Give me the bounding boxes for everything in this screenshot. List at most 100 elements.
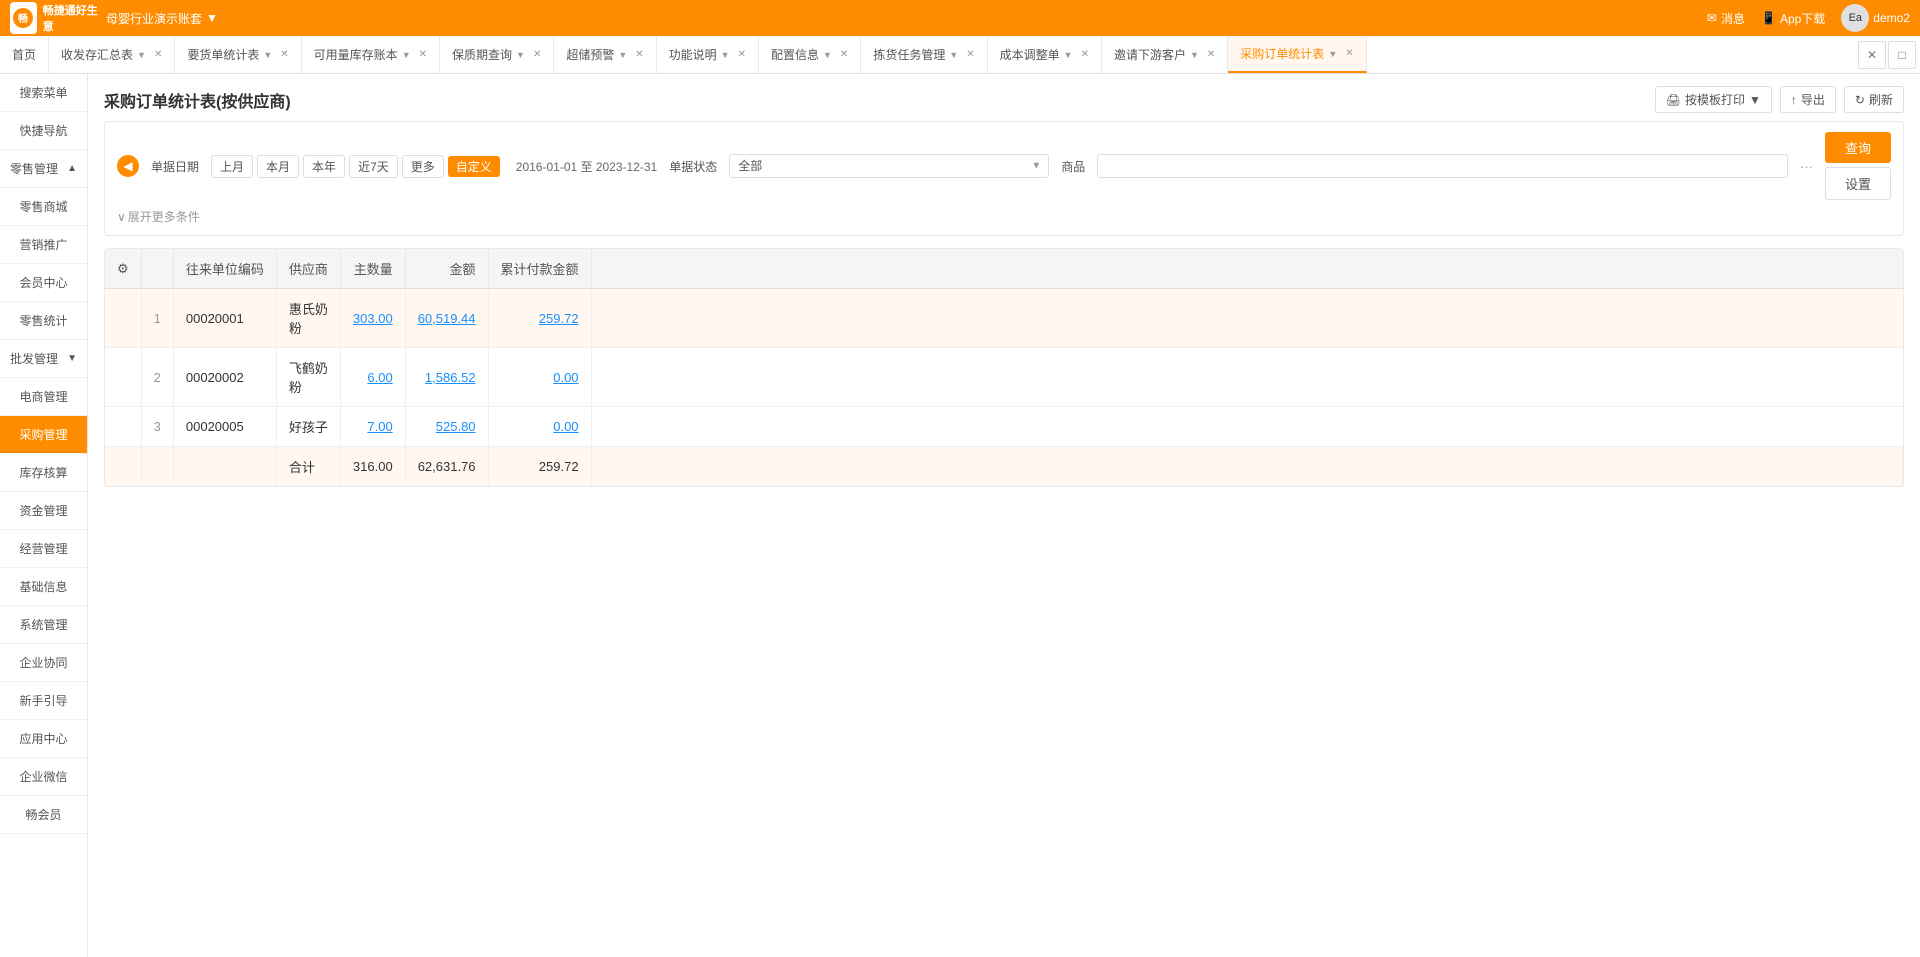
paid-link[interactable]: 259.72: [539, 311, 579, 326]
nav-tab-gongnengshuo[interactable]: 功能说明 ▼ ✕: [657, 36, 759, 73]
export-button[interactable]: ↑ 导出: [1780, 86, 1836, 113]
settings-icon[interactable]: ⚙: [117, 261, 129, 276]
sidebar-item-appcenter[interactable]: 应用中心: [0, 720, 87, 758]
cell-amount: 525.80: [405, 407, 488, 447]
tab-close[interactable]: ✕: [154, 49, 162, 60]
tab-close[interactable]: ✕: [1207, 49, 1215, 60]
nav-tab-yaohuodantongjibiao[interactable]: 要货单统计表 ▼ ✕: [175, 36, 301, 73]
sidebar-item-newbie[interactable]: 新手引导: [0, 682, 87, 720]
amount-link[interactable]: 525.80: [436, 419, 476, 434]
amount-link[interactable]: 60,519.44: [418, 311, 476, 326]
tab-close[interactable]: ✕: [419, 49, 427, 60]
print-button[interactable]: 🖨 按模板打印 ▼: [1655, 86, 1772, 113]
qty-link[interactable]: 7.00: [367, 419, 392, 434]
nav-tab-keyongliangkucunzhangben[interactable]: 可用量库存账本 ▼ ✕: [302, 36, 440, 73]
date-btn-this-year[interactable]: 本年: [303, 155, 345, 178]
sidebar-item-operation[interactable]: 经营管理: [0, 530, 87, 568]
tab-close[interactable]: ✕: [840, 49, 848, 60]
message-label: 消息: [1721, 10, 1745, 27]
workspace-selector[interactable]: 母婴行业演示账套 ▼: [106, 10, 1707, 27]
main-table: ⚙ 往来单位编码 供应商 主数量 金额 累计付款金额: [105, 249, 1903, 486]
cell-settings: [105, 407, 141, 447]
sidebar-item-retail-shop[interactable]: 零售商城: [0, 188, 87, 226]
cell-paid-amount: 0.00: [488, 348, 591, 407]
sidebar-item-member2[interactable]: 畅会员: [0, 796, 87, 834]
sidebar-item-label: 畅会员: [25, 806, 61, 823]
nav-tab-peizhixinxi[interactable]: 配置信息 ▼ ✕: [759, 36, 861, 73]
sidebar-item-quicknav[interactable]: 快捷导航: [0, 112, 87, 150]
sidebar-item-ecommerce[interactable]: 电商管理: [0, 378, 87, 416]
sidebar-item-label: 营销推广: [19, 236, 67, 253]
sidebar-item-label: 搜索菜单: [19, 84, 67, 101]
tab-dropdown-arrow: ▼: [618, 50, 627, 60]
sidebar-item-inventory[interactable]: 库存核算: [0, 454, 87, 492]
sidebar-item-system[interactable]: 系统管理: [0, 606, 87, 644]
footer-extra: [591, 447, 1902, 487]
nav-tab-caigoudingtantongjibiao[interactable]: 采购订单统计表 ▼ ✕: [1228, 36, 1366, 73]
sidebar-item-wholesale[interactable]: 批发管理 ▼: [0, 340, 87, 378]
main-area: 搜索菜单 快捷导航 零售管理 ▲ 零售商城 营销推广 会员中心 零售统计 批: [0, 74, 1920, 957]
sidebar-item-label: 企业微信: [19, 768, 67, 785]
sidebar-item-member[interactable]: 会员中心: [0, 264, 87, 302]
goods-input[interactable]: [1097, 154, 1788, 178]
tab-close[interactable]: ✕: [966, 49, 974, 60]
expand-more-btn[interactable]: ∨ 展开更多条件: [117, 208, 1891, 225]
sidebar-item-enterprise[interactable]: 企业协同: [0, 644, 87, 682]
sidebar-item-basic[interactable]: 基础信息: [0, 568, 87, 606]
sidebar-item-retail[interactable]: 零售管理 ▲: [0, 150, 87, 188]
tab-close[interactable]: ✕: [635, 49, 643, 60]
status-select[interactable]: 全部 待审核 已审核 已关闭: [729, 154, 1049, 178]
nav-maximize-btn[interactable]: □: [1888, 41, 1916, 69]
message-btn[interactable]: ✉ 消息: [1707, 10, 1745, 27]
nav-tab-baozhiqixianchaxun[interactable]: 保质期查询 ▼ ✕: [440, 36, 554, 73]
cell-main-qty: 7.00: [340, 407, 405, 447]
table-row: 2 00020002 飞鹤奶粉 6.00 1,586.52 0.00: [105, 348, 1903, 407]
nav-tab-paihuorenwuguanli[interactable]: 拣货任务管理 ▼ ✕: [861, 36, 987, 73]
sidebar-item-marketing[interactable]: 营销推广: [0, 226, 87, 264]
tab-label: 配置信息: [771, 46, 819, 63]
query-button[interactable]: 查询: [1825, 132, 1891, 163]
qty-link[interactable]: 6.00: [367, 370, 392, 385]
nav-tab-chaochuyujing[interactable]: 超储预警 ▼ ✕: [554, 36, 656, 73]
amount-link[interactable]: 1,586.52: [425, 370, 476, 385]
date-btn-7days[interactable]: 近7天: [349, 155, 398, 178]
user-area[interactable]: Ea demo2: [1841, 4, 1910, 32]
nav-tab-shoufahuizonghebiao[interactable]: 收发存汇总表 ▼ ✕: [49, 36, 175, 73]
tab-close[interactable]: ✕: [1345, 48, 1353, 59]
export-label: 导出: [1801, 91, 1825, 108]
chevron-up-icon: ▲: [67, 163, 77, 174]
paid-link[interactable]: 0.00: [553, 419, 578, 434]
settings-button[interactable]: 设置: [1825, 167, 1891, 200]
logo-text: 畅捷通好生意: [43, 2, 98, 34]
message-icon: ✉: [1707, 11, 1717, 25]
tab-close[interactable]: ✕: [738, 49, 746, 60]
sidebar-item-search[interactable]: 搜索菜单: [0, 74, 87, 112]
nav-tab-yaoqingxiayoukehudang[interactable]: 邀请下游客户 ▼ ✕: [1102, 36, 1228, 73]
date-btn-more[interactable]: 更多: [402, 155, 444, 178]
app-download-btn[interactable]: 📱 App下载: [1761, 10, 1825, 27]
sidebar-item-corpwechat[interactable]: 企业微信: [0, 758, 87, 796]
tab-close[interactable]: ✕: [280, 49, 288, 60]
date-btn-last-month[interactable]: 上月: [211, 155, 253, 178]
tab-close[interactable]: ✕: [533, 49, 541, 60]
date-custom-badge[interactable]: 自定义: [448, 156, 500, 177]
cell-extra: [591, 348, 1902, 407]
cell-supplier-name: 惠氏奶粉: [276, 289, 340, 348]
filter-date-btns: 上月 本月 本年 近7天 更多 自定义: [211, 155, 500, 178]
nav-tab-home[interactable]: 首页: [0, 36, 49, 73]
paid-link[interactable]: 0.00: [553, 370, 578, 385]
nav-close-all-btn[interactable]: ✕: [1858, 41, 1886, 69]
qty-link[interactable]: 303.00: [353, 311, 393, 326]
sidebar-item-purchase[interactable]: 采购管理: [0, 416, 87, 454]
refresh-button[interactable]: ↻ 刷新: [1844, 86, 1904, 113]
top-bar: 畅 畅捷通好生意 母婴行业演示账套 ▼ ✉ 消息 📱 App下载 Ea demo…: [0, 0, 1920, 36]
goods-more-icon[interactable]: ···: [1800, 159, 1813, 174]
date-btn-this-month[interactable]: 本月: [257, 155, 299, 178]
sidebar-item-finance[interactable]: 资金管理: [0, 492, 87, 530]
nav-tab-chengbentiaozhengsingle[interactable]: 成本调整单 ▼ ✕: [988, 36, 1102, 73]
cell-rownum: 1: [141, 289, 173, 348]
tab-close[interactable]: ✕: [1081, 49, 1089, 60]
filter-toggle-btn[interactable]: ◀: [117, 155, 139, 177]
sidebar-item-retail-stat[interactable]: 零售统计: [0, 302, 87, 340]
cell-main-qty: 6.00: [340, 348, 405, 407]
